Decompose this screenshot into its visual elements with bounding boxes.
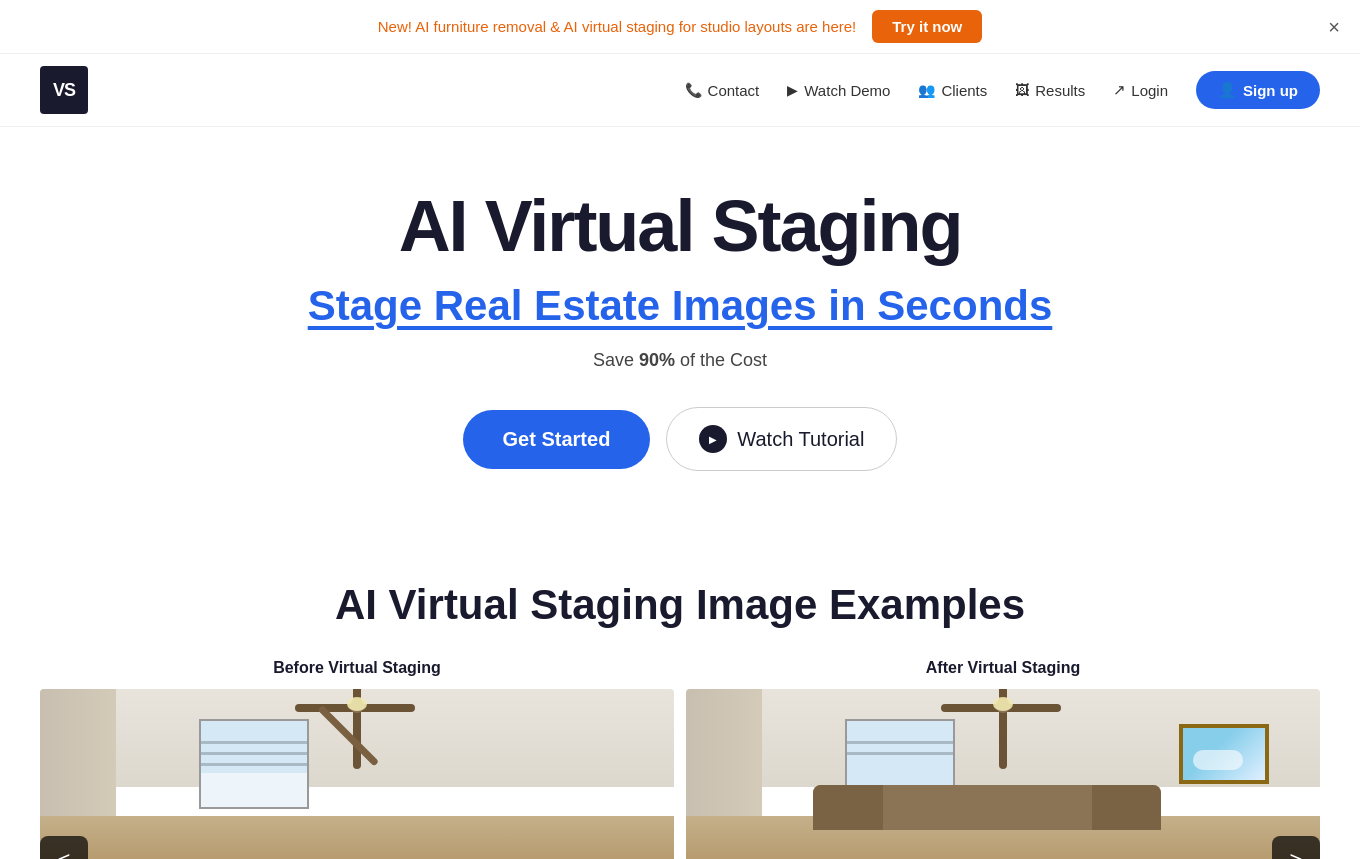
carousel-next-button[interactable]: > [1272,836,1320,859]
examples-grid: Before Virtual Staging [40,659,1320,859]
after-label: After Virtual Staging [686,659,1320,677]
before-column: Before Virtual Staging [40,659,674,859]
save-post: of the Cost [675,350,767,370]
nav-results[interactable]: 🖼 Results [1015,82,1085,99]
floor-area [40,816,674,859]
after-blind-1 [847,741,953,744]
clients-icon: 👥 [918,82,935,98]
sofa [813,785,1162,830]
login-icon: ↗ [1113,81,1126,99]
signup-label: Sign up [1243,82,1298,99]
after-blind-2 [847,752,953,755]
banner-close-button[interactable]: × [1328,17,1340,37]
before-label: Before Virtual Staging [40,659,674,677]
nav-contact[interactable]: 📞 Contact [685,82,760,99]
examples-section: AI Virtual Staging Image Examples Before… [0,561,1360,859]
wall-painting [1179,724,1269,784]
nav-clients[interactable]: 👥 Clients [918,82,987,99]
nav-contact-label: Contact [708,82,760,99]
sofa-left-arm [813,785,883,830]
login-link[interactable]: ↗ Login [1113,81,1168,99]
get-started-button[interactable]: Get Started [463,410,651,469]
signup-icon: 👤 [1218,81,1237,99]
banner-text: New! AI furniture removal & AI virtual s… [378,18,857,35]
results-icon: 🖼 [1015,82,1029,98]
nav-links: 📞 Contact ▶ Watch Demo 👥 Clients 🖼 Resul… [685,71,1320,109]
nav-clients-label: Clients [941,82,987,99]
save-pre: Save [593,350,639,370]
save-percent: 90% [639,350,675,370]
window-blind [201,773,307,807]
after-room-image [686,689,1320,859]
hero-buttons: Get Started ▶ Watch Tutorial [20,407,1340,471]
watch-tutorial-label: Watch Tutorial [737,428,864,451]
login-label: Login [1131,82,1168,99]
blind-slat-1 [201,741,307,744]
examples-title: AI Virtual Staging Image Examples [40,581,1320,629]
phone-icon: 📞 [685,82,702,98]
after-column: After Virtual Staging [686,659,1320,859]
window [199,719,309,809]
navbar: VS 📞 Contact ▶ Watch Demo 👥 Clients 🖼 Re… [0,54,1360,127]
hero-section: AI Virtual Staging Stage Real Estate Ima… [0,127,1360,561]
play-tutorial-icon: ▶ [699,425,727,453]
hero-subtitle: Stage Real Estate Images in Seconds [20,282,1340,330]
signup-button[interactable]: 👤 Sign up [1196,71,1320,109]
carousel-prev-button[interactable]: < [40,836,88,859]
sofa-right-arm [1092,785,1162,830]
try-it-now-button[interactable]: Try it now [872,10,982,43]
hero-title: AI Virtual Staging [20,187,1340,266]
play-demo-icon: ▶ [787,82,798,98]
blind-slat-2 [201,752,307,755]
nav-watch-demo-label: Watch Demo [804,82,890,99]
logo[interactable]: VS [40,66,88,114]
blind-slat-3 [201,763,307,766]
nav-watch-demo[interactable]: ▶ Watch Demo [787,82,890,99]
top-banner: New! AI furniture removal & AI virtual s… [0,0,1360,54]
watch-tutorial-button[interactable]: ▶ Watch Tutorial [666,407,897,471]
painting-cloud [1193,750,1243,770]
hero-save-text: Save 90% of the Cost [20,350,1340,371]
before-room-image [40,689,674,859]
nav-results-label: Results [1035,82,1085,99]
